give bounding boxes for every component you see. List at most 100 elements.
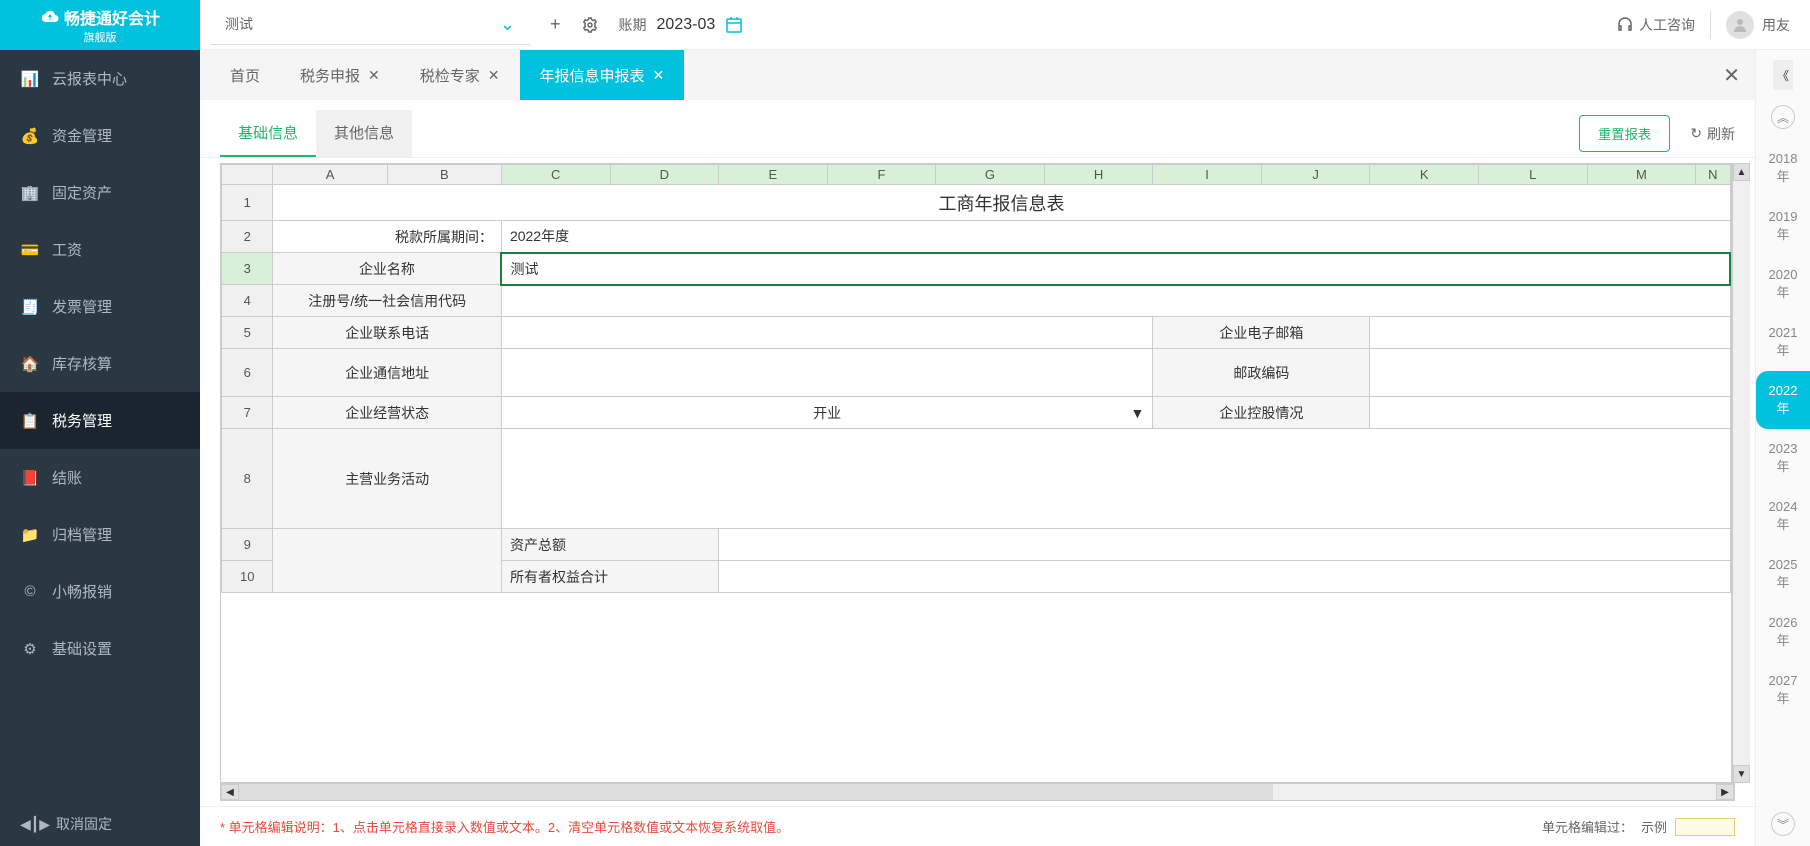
tab-expert[interactable]: 税检专家 ✕ xyxy=(400,50,520,100)
subtab-basic[interactable]: 基础信息 xyxy=(220,110,316,157)
col-header[interactable]: L xyxy=(1479,165,1588,185)
col-header[interactable]: E xyxy=(719,165,828,185)
col-header[interactable]: N xyxy=(1696,165,1730,185)
tab-declaration[interactable]: 税务申报 ✕ xyxy=(280,50,400,100)
equity-label[interactable]: 所有者权益合计 xyxy=(501,561,718,593)
postcode-value[interactable] xyxy=(1370,349,1730,397)
horizontal-scrollbar[interactable]: ◀ ▶ xyxy=(220,783,1735,801)
col-header[interactable]: C xyxy=(501,165,610,185)
reg-number-value[interactable] xyxy=(501,285,1730,317)
sidebar-item-assets[interactable]: 🏢 固定资产 xyxy=(0,164,200,221)
sidebar-item-closing[interactable]: 📕 结账 xyxy=(0,449,200,506)
holding-label[interactable]: 企业控股情况 xyxy=(1153,397,1370,429)
close-all-icon[interactable]: ✕ xyxy=(1723,63,1740,88)
logo-section[interactable]: 畅捷通好会计 旗舰版 xyxy=(0,0,200,50)
collapse-right-icon[interactable]: 《 xyxy=(1773,60,1793,90)
phone-value[interactable] xyxy=(501,317,1152,349)
assets-label[interactable]: 资产总额 xyxy=(501,529,718,561)
company-name-label[interactable]: 企业名称 xyxy=(273,253,502,285)
close-icon[interactable]: ✕ xyxy=(488,67,500,84)
year-item[interactable]: 2018年 xyxy=(1756,139,1810,197)
address-value[interactable] xyxy=(501,349,1152,397)
status-label[interactable]: 企业经营状态 xyxy=(273,397,502,429)
scroll-down-icon[interactable]: ▼ xyxy=(1733,765,1750,783)
email-value[interactable] xyxy=(1370,317,1730,349)
scroll-up-icon[interactable]: ▲ xyxy=(1733,163,1750,181)
close-icon[interactable]: ✕ xyxy=(368,67,380,84)
sidebar-item-archive[interactable]: 📁 归档管理 xyxy=(0,506,200,563)
consult-button[interactable]: 人工咨询 xyxy=(1616,15,1695,35)
financial-group[interactable] xyxy=(273,529,502,593)
period-value-cell[interactable]: 2022年度 xyxy=(501,221,1730,253)
sidebar-item-tax[interactable]: 📋 税务管理 xyxy=(0,392,200,449)
row-header[interactable]: 10 xyxy=(222,561,273,593)
spreadsheet[interactable]: A B C D E F G H I J K L M N xyxy=(220,163,1732,783)
sidebar-item-salary[interactable]: 💳 工资 xyxy=(0,221,200,278)
sidebar-item-expense[interactable]: © 小畅报销 xyxy=(0,563,200,620)
email-label[interactable]: 企业电子邮箱 xyxy=(1153,317,1370,349)
postcode-label[interactable]: 邮政编码 xyxy=(1153,349,1370,397)
sidebar-item-invoice[interactable]: 🧾 发票管理 xyxy=(0,278,200,335)
add-icon[interactable]: + xyxy=(550,14,561,35)
holding-value[interactable] xyxy=(1370,397,1730,429)
reset-button[interactable]: 重置报表 xyxy=(1579,115,1670,152)
col-header[interactable]: D xyxy=(610,165,719,185)
phone-label[interactable]: 企业联系电话 xyxy=(273,317,502,349)
col-header[interactable]: F xyxy=(827,165,936,185)
row-header[interactable]: 9 xyxy=(222,529,273,561)
row-header[interactable]: 1 xyxy=(222,185,273,221)
col-header[interactable]: K xyxy=(1370,165,1479,185)
year-item[interactable]: 2022年 xyxy=(1756,371,1810,429)
sidebar-unpin[interactable]: ◀┃▶ 取消固定 xyxy=(0,802,200,846)
user-section[interactable]: 用友 xyxy=(1710,11,1790,39)
col-header[interactable]: B xyxy=(387,165,501,185)
tab-annual-report[interactable]: 年报信息申报表 ✕ xyxy=(520,50,685,100)
sidebar-item-cloud-report[interactable]: 📊 云报表中心 xyxy=(0,50,200,107)
row-header[interactable]: 4 xyxy=(222,285,273,317)
row-header[interactable]: 6 xyxy=(222,349,273,397)
vertical-scrollbar[interactable]: ▲ ▼ xyxy=(1732,163,1750,783)
calendar-icon[interactable] xyxy=(725,15,743,33)
close-icon[interactable]: ✕ xyxy=(653,67,665,84)
year-item[interactable]: 2024年 xyxy=(1756,487,1810,545)
sidebar-item-inventory[interactable]: 🏠 库存核算 xyxy=(0,335,200,392)
sidebar-item-settings[interactable]: ⚙ 基础设置 xyxy=(0,620,200,677)
year-item[interactable]: 2020年 xyxy=(1756,255,1810,313)
col-header[interactable]: A xyxy=(273,165,387,185)
row-header[interactable]: 8 xyxy=(222,429,273,529)
row-header[interactable]: 5 xyxy=(222,317,273,349)
year-item[interactable]: 2021年 xyxy=(1756,313,1810,371)
row-header[interactable]: 3 xyxy=(222,253,273,285)
sidebar-item-fund[interactable]: 💰 资金管理 xyxy=(0,107,200,164)
year-item[interactable]: 2019年 xyxy=(1756,197,1810,255)
account-selector[interactable]: 测试 ⌄ xyxy=(210,5,530,45)
business-value[interactable] xyxy=(501,429,1730,529)
year-item[interactable]: 2025年 xyxy=(1756,545,1810,603)
tab-home[interactable]: 首页 xyxy=(210,50,280,100)
company-name-value[interactable]: 测试 xyxy=(501,253,1730,285)
year-item[interactable]: 2027年 xyxy=(1756,661,1810,719)
gear-icon[interactable] xyxy=(581,14,599,35)
business-label[interactable]: 主营业务活动 xyxy=(273,429,502,529)
row-header[interactable]: 7 xyxy=(222,397,273,429)
equity-value[interactable] xyxy=(719,561,1730,593)
col-header[interactable]: I xyxy=(1153,165,1262,185)
reg-number-label[interactable]: 注册号/统一社会信用代码 xyxy=(273,285,502,317)
period-label-cell[interactable]: 税款所属期间： xyxy=(273,221,502,253)
year-scroll-up[interactable]: ︽ xyxy=(1771,105,1795,129)
subtab-other[interactable]: 其他信息 xyxy=(316,110,412,157)
refresh-button[interactable]: ↻ 刷新 xyxy=(1690,124,1735,144)
col-header[interactable]: H xyxy=(1044,165,1153,185)
scroll-left-icon[interactable]: ◀ xyxy=(221,784,239,800)
row-header[interactable]: 2 xyxy=(222,221,273,253)
col-header[interactable]: G xyxy=(936,165,1045,185)
scroll-right-icon[interactable]: ▶ xyxy=(1716,784,1734,800)
col-header[interactable]: J xyxy=(1261,165,1370,185)
year-scroll-down[interactable]: ︾ xyxy=(1771,812,1795,836)
assets-value[interactable] xyxy=(719,529,1730,561)
address-label[interactable]: 企业通信地址 xyxy=(273,349,502,397)
year-item[interactable]: 2026年 xyxy=(1756,603,1810,661)
scroll-thumb[interactable] xyxy=(239,784,1273,800)
year-item[interactable]: 2023年 xyxy=(1756,429,1810,487)
col-header[interactable]: M xyxy=(1587,165,1696,185)
